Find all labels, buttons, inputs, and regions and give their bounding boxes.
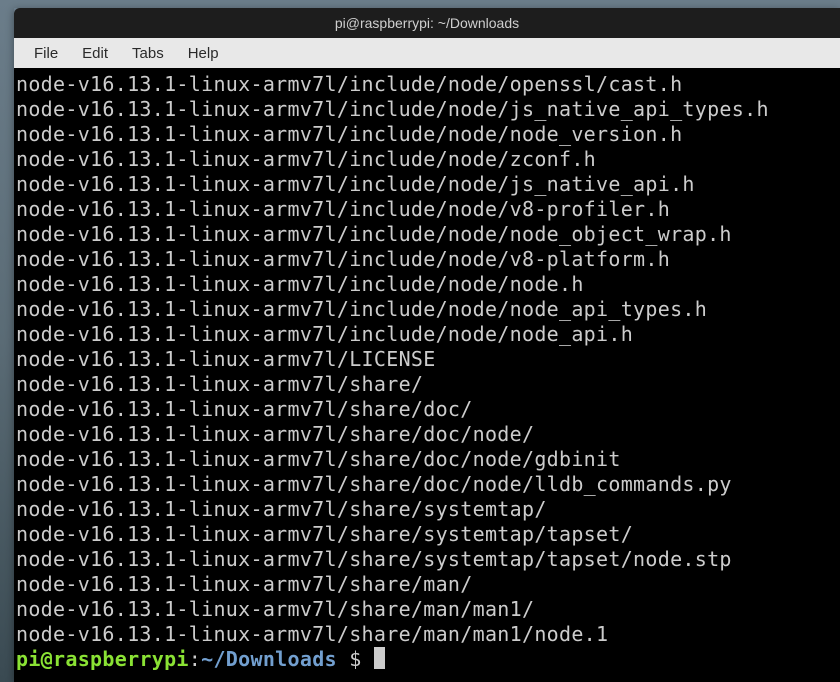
terminal-viewport[interactable]: node-v16.13.1-linux-armv7l/include/node/… bbox=[14, 68, 840, 682]
prompt-dollar: $ bbox=[337, 647, 374, 671]
menu-file[interactable]: File bbox=[24, 41, 68, 66]
terminal-line: node-v16.13.1-linux-armv7l/include/node/… bbox=[16, 122, 838, 147]
menu-help[interactable]: Help bbox=[178, 41, 229, 66]
prompt-colon: : bbox=[189, 647, 201, 671]
menu-tabs[interactable]: Tabs bbox=[122, 41, 174, 66]
terminal-line: node-v16.13.1-linux-armv7l/share/doc/ bbox=[16, 397, 838, 422]
terminal-line: node-v16.13.1-linux-armv7l/include/node/… bbox=[16, 172, 838, 197]
cursor-icon bbox=[374, 647, 385, 669]
terminal-line: node-v16.13.1-linux-armv7l/include/node/… bbox=[16, 297, 838, 322]
terminal-line: node-v16.13.1-linux-armv7l/share/doc/nod… bbox=[16, 447, 838, 472]
terminal-window: pi@raspberrypi: ~/Downloads File Edit Ta… bbox=[14, 8, 840, 682]
terminal-line: node-v16.13.1-linux-armv7l/LICENSE bbox=[16, 347, 838, 372]
terminal-line: node-v16.13.1-linux-armv7l/include/node/… bbox=[16, 247, 838, 272]
terminal-line: node-v16.13.1-linux-armv7l/share/ bbox=[16, 372, 838, 397]
window-title: pi@raspberrypi: ~/Downloads bbox=[335, 15, 519, 31]
menubar: File Edit Tabs Help bbox=[14, 38, 840, 68]
terminal-line: node-v16.13.1-linux-armv7l/share/systemt… bbox=[16, 547, 838, 572]
terminal-line: node-v16.13.1-linux-armv7l/share/doc/nod… bbox=[16, 422, 838, 447]
menu-edit[interactable]: Edit bbox=[72, 41, 118, 66]
prompt-path: ~/Downloads bbox=[201, 647, 337, 671]
terminal-line: node-v16.13.1-linux-armv7l/share/doc/nod… bbox=[16, 472, 838, 497]
terminal-line: node-v16.13.1-linux-armv7l/include/node/… bbox=[16, 322, 838, 347]
terminal-line: node-v16.13.1-linux-armv7l/include/node/… bbox=[16, 272, 838, 297]
terminal-line: node-v16.13.1-linux-armv7l/include/node/… bbox=[16, 222, 838, 247]
terminal-line: node-v16.13.1-linux-armv7l/include/node/… bbox=[16, 197, 838, 222]
prompt-line[interactable]: pi@raspberrypi:~/Downloads $ bbox=[16, 647, 838, 672]
terminal-line: node-v16.13.1-linux-armv7l/include/node/… bbox=[16, 72, 838, 97]
terminal-line: node-v16.13.1-linux-armv7l/share/man/man… bbox=[16, 622, 838, 647]
terminal-line: node-v16.13.1-linux-armv7l/include/node/… bbox=[16, 97, 838, 122]
terminal-line: node-v16.13.1-linux-armv7l/include/node/… bbox=[16, 147, 838, 172]
terminal-line: node-v16.13.1-linux-armv7l/share/systemt… bbox=[16, 522, 838, 547]
terminal-line: node-v16.13.1-linux-armv7l/share/man/man… bbox=[16, 597, 838, 622]
prompt-user-host: pi@raspberrypi bbox=[16, 647, 189, 671]
terminal-line: node-v16.13.1-linux-armv7l/share/man/ bbox=[16, 572, 838, 597]
titlebar: pi@raspberrypi: ~/Downloads bbox=[14, 8, 840, 38]
terminal-line: node-v16.13.1-linux-armv7l/share/systemt… bbox=[16, 497, 838, 522]
